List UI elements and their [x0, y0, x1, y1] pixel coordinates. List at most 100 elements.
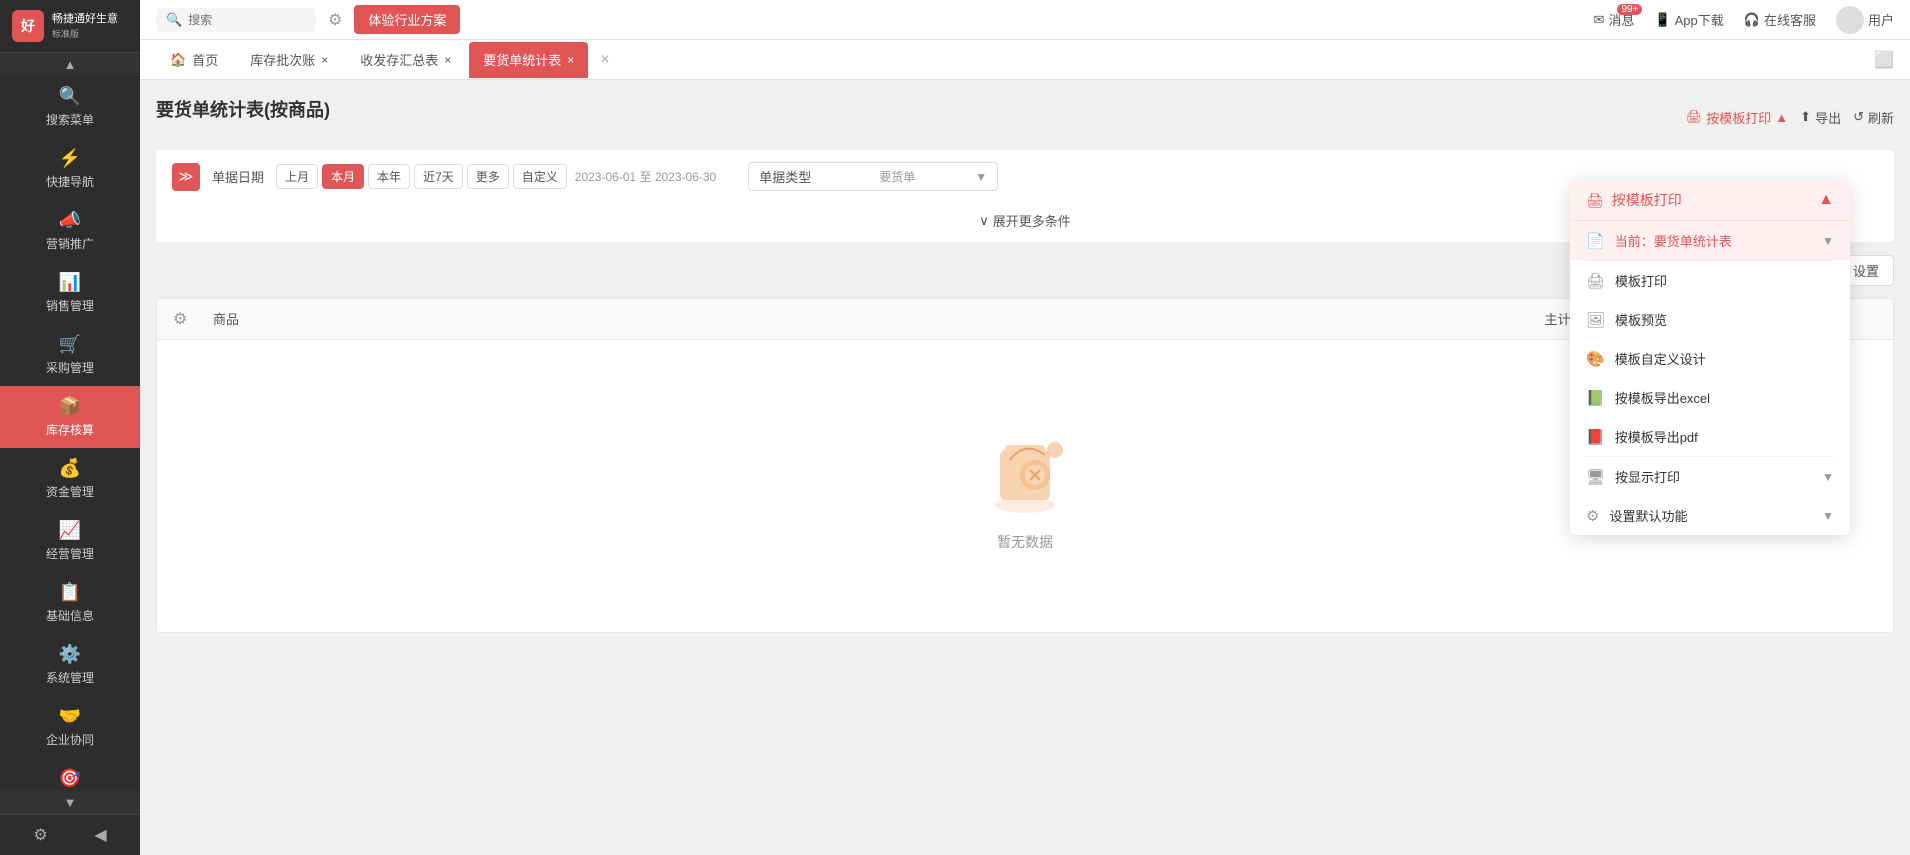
sidebar-item-system[interactable]: ⚙️ 系统管理 [0, 634, 140, 696]
date-btn-more[interactable]: 更多 [467, 164, 509, 189]
sidebar-item-finance[interactable]: 💰 资金管理 [0, 448, 140, 510]
expand-conditions-btn[interactable]: ∨ 展开更多条件 [979, 211, 1071, 230]
app-download-item[interactable]: 📱 App下载 [1654, 10, 1723, 29]
sidebar-item-quicknav[interactable]: ⚡ 快捷导航 [0, 138, 140, 200]
tab-receivable[interactable]: 收发存汇总表 × [346, 42, 465, 78]
sidebar-item-collab[interactable]: 🤝 企业协同 [0, 696, 140, 758]
message-icon: ✉ [1594, 12, 1605, 28]
user-name: 用户 [1868, 10, 1894, 29]
top-action-bar: 🖨 按模板打印 ▲ ⬆ 导出 ↺ 刷新 [1686, 108, 1894, 127]
date-range: 2023-06-01 至 2023-06-30 [575, 168, 716, 185]
order-type-dropdown[interactable]: 单据类型 要货单 ▼ [748, 162, 998, 191]
template-design-left: 🎨 模板自定义设计 [1586, 349, 1706, 368]
sidebar-item-label: 基础信息 [46, 607, 94, 624]
tab-close-order-stats[interactable]: × [567, 53, 574, 67]
template-preview-left: 🖼 模板预览 [1586, 310, 1667, 329]
tab-label: 库存批次账 [250, 50, 315, 69]
template-design-label: 模板自定义设计 [1615, 349, 1706, 368]
expand-chevron-icon: ∨ [979, 213, 989, 229]
display-print-left: 🖥 按显示打印 [1586, 467, 1680, 486]
topbar-search-box[interactable]: 🔍 [156, 8, 316, 32]
date-btn-this-year[interactable]: 本年 [368, 164, 410, 189]
purchase-icon: 🛒 [59, 334, 81, 355]
user-avatar [1836, 6, 1864, 34]
tab-maximize[interactable]: ⬜ [1874, 50, 1894, 70]
sidebar-item-label: 营销推广 [46, 235, 94, 252]
tab-close-all[interactable]: × [600, 51, 609, 69]
display-print-item[interactable]: 🖥 按显示打印 ▼ [1570, 457, 1850, 496]
print-btn[interactable]: 🖨 按模板打印 ▲ [1686, 108, 1788, 127]
col-product: 商品 [213, 309, 1517, 329]
export-icon: ⬆ [1800, 109, 1811, 125]
industry-btn[interactable]: 体验行业方案 [354, 5, 460, 34]
template-print-item[interactable]: 🖨 模板打印 [1570, 261, 1850, 300]
settings-btn[interactable]: ⚙ [33, 825, 47, 845]
gear-icon[interactable]: ⚙ [328, 10, 342, 30]
print-dropdown-header: 🖨 按模板打印 ▲ [1570, 180, 1850, 221]
service-icon: 🎧 [1744, 12, 1760, 28]
sidebar-item-basic[interactable]: 📋 基础信息 [0, 572, 140, 634]
print-dropdown-close[interactable]: ▲ [1818, 191, 1834, 209]
sidebar-item-inventory[interactable]: 📦 库存核算 [0, 386, 140, 448]
sidebar-item-label: 库存核算 [46, 421, 94, 438]
messages-badge: 99+ [1617, 4, 1642, 15]
export-excel-item[interactable]: 📗 按模板导出excel [1570, 378, 1850, 417]
app-download-label: App下载 [1675, 10, 1724, 29]
collab-icon: 🤝 [59, 706, 81, 727]
phone-icon: 📱 [1654, 12, 1670, 28]
date-btn-7days[interactable]: 近7天 [414, 164, 463, 189]
messages-item[interactable]: ✉ 消息 99+ [1594, 10, 1635, 29]
table-settings-icon[interactable]: ⚙ [173, 309, 213, 329]
sidebar-item-purchase[interactable]: 🛒 采购管理 [0, 324, 140, 386]
date-btn-custom[interactable]: 自定义 [513, 164, 567, 189]
user-item[interactable]: 用户 [1836, 6, 1894, 34]
main-area: 🔍 ⚙ 体验行业方案 ✉ 消息 99+ 📱 App下载 🎧 在线客服 用户 [140, 0, 1910, 855]
export-pdf-label: 按模板导出pdf [1615, 427, 1698, 446]
sidebar-bottom: ⚙ ◀ [0, 814, 140, 855]
export-btn[interactable]: ⬆ 导出 [1800, 108, 1841, 127]
sidebar-item-operations[interactable]: 📈 经营管理 [0, 510, 140, 572]
search-input[interactable] [188, 13, 288, 27]
expand-label: 展开更多条件 [993, 211, 1071, 230]
export-pdf-item[interactable]: 📕 按模板导出pdf [1570, 417, 1850, 456]
date-label: 单据日期 [212, 167, 264, 186]
date-btn-this-month[interactable]: 本月 [322, 164, 364, 189]
tab-order-stats[interactable]: 要货单统计表 × [469, 42, 588, 78]
print-dropdown: 🖨 按模板打印 ▲ 📄 当前：要货单统计表 ▼ 🖨 模板打印 [1570, 180, 1850, 535]
date-btn-last-month[interactable]: 上月 [276, 164, 318, 189]
template-preview-label: 模板预览 [1615, 310, 1667, 329]
scroll-up-btn[interactable]: ▲ [0, 53, 140, 76]
tab-close-batch[interactable]: × [321, 53, 328, 67]
sidebar-item-guide[interactable]: 🎯 新手引导 [0, 758, 140, 791]
tab-label: 首页 [192, 50, 218, 69]
filter-expand-icon[interactable]: ≫ [172, 163, 200, 191]
tab-label: 要货单统计表 [483, 50, 561, 69]
current-template-item[interactable]: 📄 当前：要货单统计表 ▼ [1570, 221, 1850, 260]
current-template-icon: 📄 [1586, 232, 1605, 250]
print-dropdown-icon: 🖨 [1586, 192, 1604, 209]
online-service-item[interactable]: 🎧 在线客服 [1744, 10, 1816, 29]
sidebar-item-marketing[interactable]: 📣 营销推广 [0, 200, 140, 262]
order-type-label: 单据类型 [759, 167, 811, 186]
sidebar-item-sales[interactable]: 📊 销售管理 [0, 262, 140, 324]
home-icon: 🏠 [170, 52, 186, 68]
refresh-btn[interactable]: ↺ 刷新 [1853, 108, 1894, 127]
quicknav-icon: ⚡ [59, 148, 81, 169]
collapse-btn[interactable]: ◀ [94, 825, 106, 845]
print-dropdown-title: 🖨 按模板打印 [1586, 190, 1682, 210]
set-default-item[interactable]: ⚙ 设置默认功能 ▼ [1570, 496, 1850, 535]
scroll-down-btn[interactable]: ▼ [0, 791, 140, 814]
current-template-label: 当前：要货单统计表 [1615, 231, 1732, 250]
sidebar-item-search[interactable]: 🔍 搜索菜单 [0, 76, 140, 138]
guide-icon: 🎯 [59, 768, 81, 789]
set-default-label: 设置默认功能 [1609, 506, 1687, 525]
dropdown-arrow: ▼ [975, 170, 987, 184]
template-design-item[interactable]: 🎨 模板自定义设计 [1570, 339, 1850, 378]
display-print-arrow: ▼ [1822, 470, 1834, 484]
export-pdf-icon: 📕 [1586, 428, 1605, 446]
tab-batch[interactable]: 库存批次账 × [236, 42, 342, 78]
tab-home[interactable]: 🏠 首页 [156, 42, 232, 78]
online-service-label: 在线客服 [1764, 10, 1816, 29]
tab-close-receivable[interactable]: × [444, 53, 451, 67]
template-preview-item[interactable]: 🖼 模板预览 [1570, 300, 1850, 339]
